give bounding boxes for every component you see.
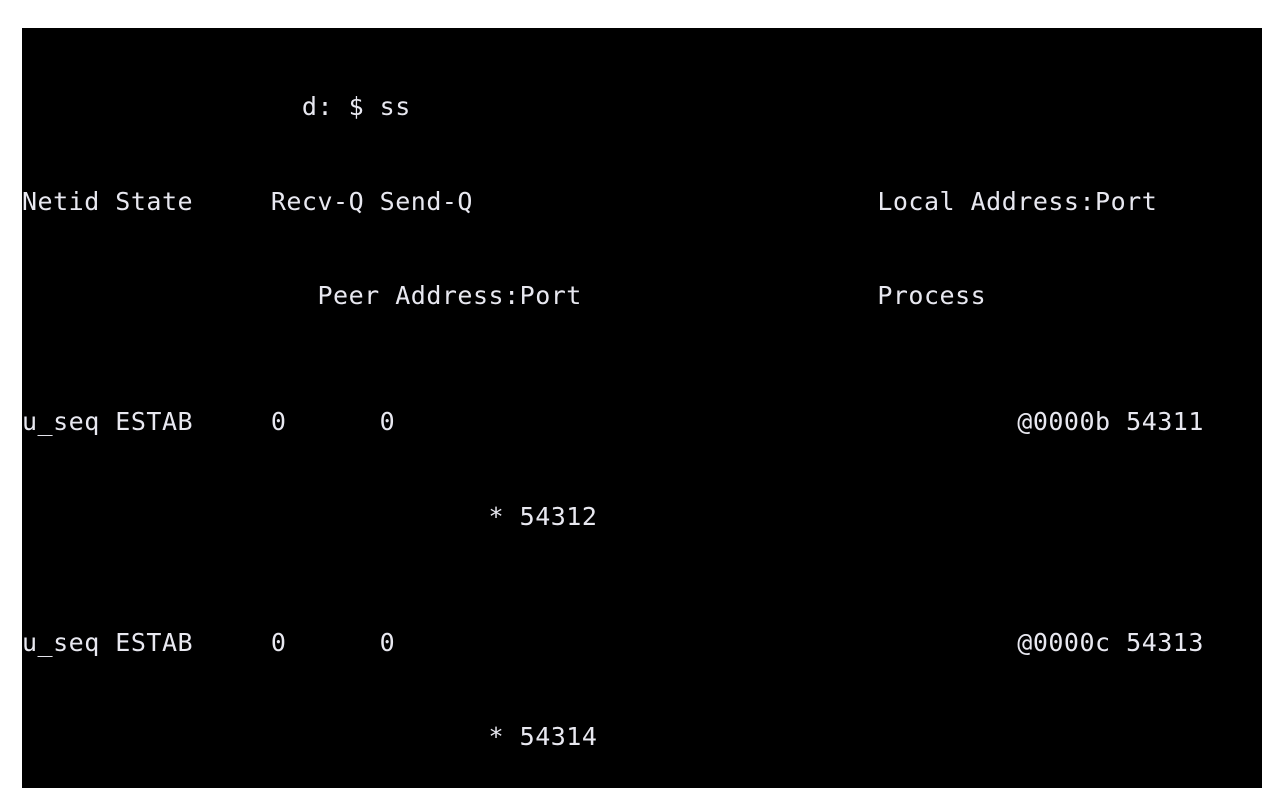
row-b: * 54314 (22, 721, 1262, 753)
row-a: u_seq ESTAB 0 0 @0000c 54313 (22, 627, 1262, 659)
terminal-window[interactable]: d: $ ss Netid State Recv-Q Send-Q Local … (22, 28, 1262, 788)
row-b: * 54312 (22, 501, 1262, 533)
header-line-1: Netid State Recv-Q Send-Q Local Address:… (22, 186, 1262, 218)
prompt-line: d: $ ss (22, 91, 1262, 123)
row-a: u_seq ESTAB 0 0 @0000b 54311 (22, 406, 1262, 438)
header-line-2: Peer Address:Port Process (22, 280, 1262, 312)
